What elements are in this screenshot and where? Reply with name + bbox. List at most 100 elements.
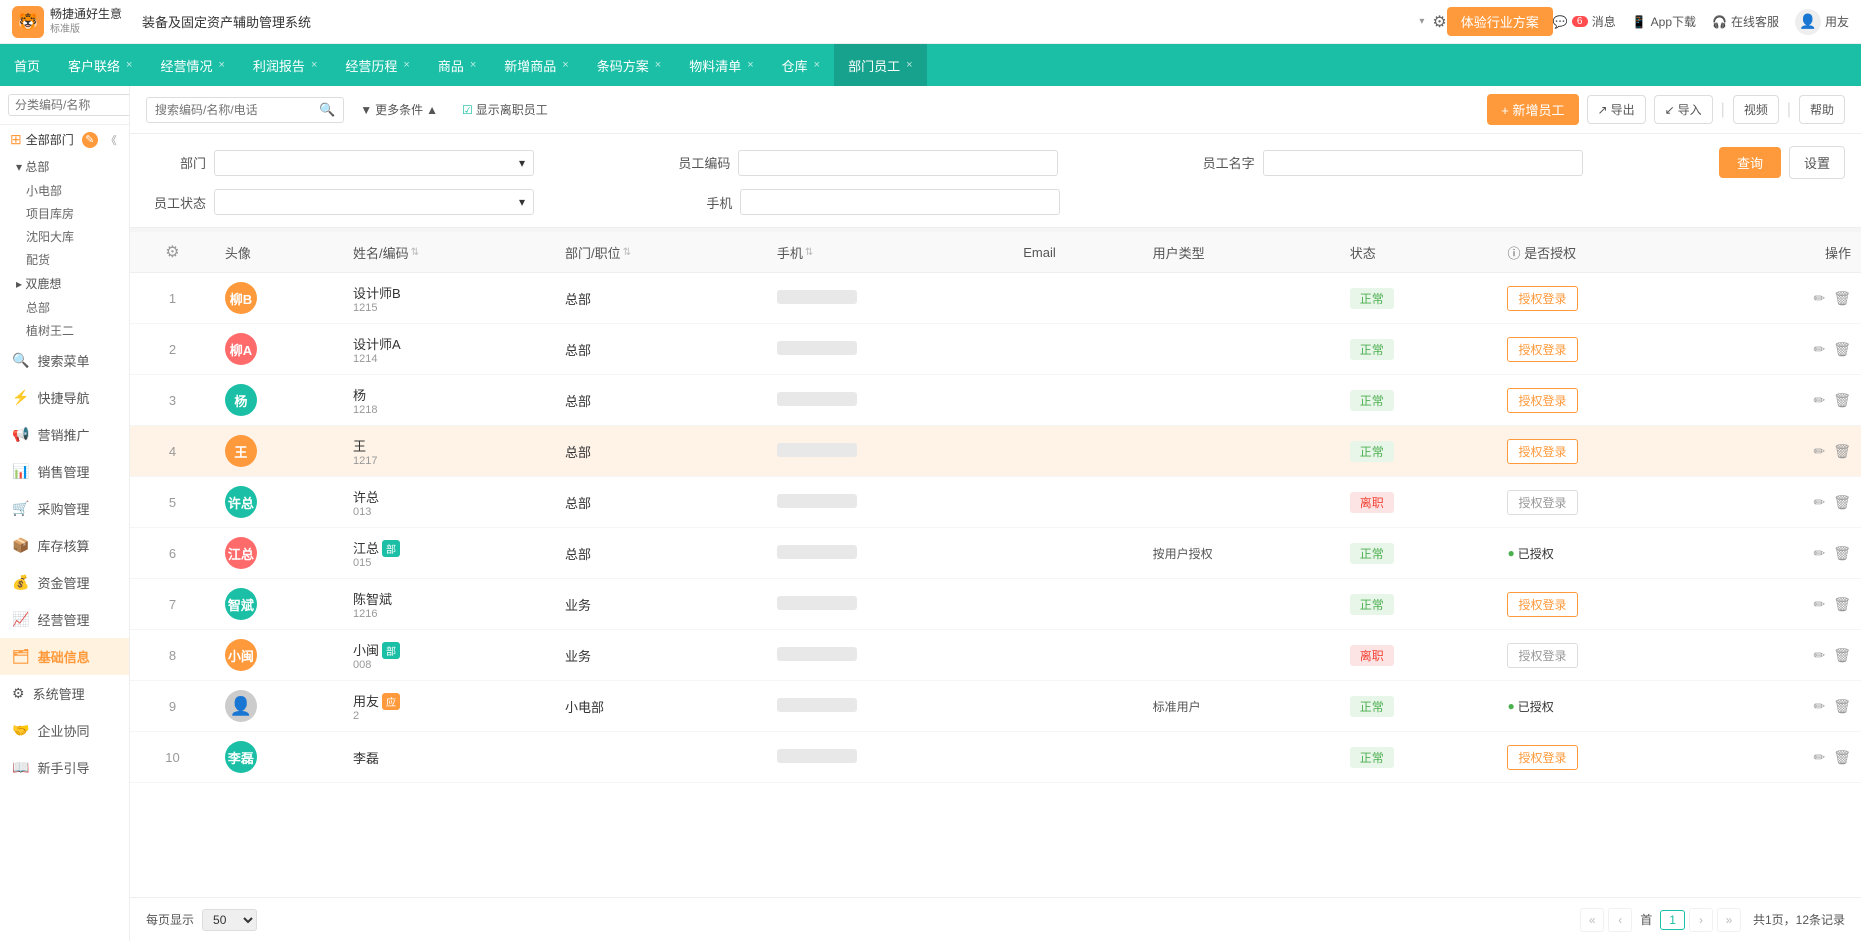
delete-icon[interactable]: 🗑 (1833, 698, 1851, 715)
tab-close-icon[interactable]: × (403, 59, 409, 71)
help-button[interactable]: 帮助 (1799, 95, 1845, 124)
tab-close-icon[interactable]: × (126, 59, 132, 71)
delete-icon[interactable]: 🗑 (1833, 392, 1851, 409)
dept-tree-header[interactable]: ⊞全部部门✎《 (0, 125, 129, 154)
nav-tab-利润报告[interactable]: 利润报告× (239, 44, 331, 86)
trial-button[interactable]: 体验行业方案 (1447, 7, 1553, 36)
edit-icon[interactable]: ✏ (1813, 596, 1825, 613)
nav-tab-新增商品[interactable]: 新增商品× (490, 44, 582, 86)
sidebar-item-系统管理[interactable]: ⚙系统管理 (0, 675, 129, 712)
sidebar-item-新手引导[interactable]: 📖新手引导 (0, 749, 129, 786)
notification-btn[interactable]: 💬 6 消息 (1553, 13, 1616, 30)
next-page-btn[interactable]: › (1689, 908, 1713, 932)
edit-icon[interactable]: ✏ (1813, 494, 1825, 511)
sidebar-item-营销推广[interactable]: 📢营销推广 (0, 416, 129, 453)
prev-page-btn[interactable]: ‹ (1608, 908, 1632, 932)
filter-dept-select[interactable]: ▾ (214, 150, 534, 176)
filter-phone-input[interactable] (740, 189, 1060, 215)
auth-btn[interactable]: 授权登录 (1507, 592, 1577, 617)
tab-close-icon[interactable]: × (311, 59, 317, 71)
sidebar-item-快捷导航[interactable]: ⚡快捷导航 (0, 379, 129, 416)
edit-icon[interactable]: ✏ (1813, 443, 1825, 460)
query-button[interactable]: 查询 (1719, 147, 1781, 178)
th-phone[interactable]: 手机 ⇅ (767, 232, 1013, 273)
auth-btn-resigned[interactable]: 授权登录 (1507, 490, 1577, 515)
sidebar-item-销售管理[interactable]: 📊销售管理 (0, 453, 129, 490)
dept-item-小电部[interactable]: 小电部 (0, 179, 129, 202)
auth-btn-resigned[interactable]: 授权登录 (1507, 643, 1577, 668)
th-settings[interactable]: ⚙ (130, 232, 215, 273)
sidebar-item-资金管理[interactable]: 💰资金管理 (0, 564, 129, 601)
system-dropdown-icon[interactable]: ▾ (1419, 16, 1424, 27)
user-avatar-btn[interactable]: 👤 用友 (1795, 9, 1849, 35)
view-button[interactable]: 视频 (1733, 95, 1779, 124)
tab-close-icon[interactable]: × (906, 59, 912, 71)
edit-icon[interactable]: ✏ (1813, 749, 1825, 766)
nav-tab-经营情况[interactable]: 经营情况× (146, 44, 238, 86)
delete-icon[interactable]: 🗑 (1833, 341, 1851, 358)
edit-icon[interactable]: ✏ (1813, 545, 1825, 562)
sidebar-item-采购管理[interactable]: 🛒采购管理 (0, 490, 129, 527)
delete-icon[interactable]: 🗑 (1833, 545, 1851, 562)
first-page-btn[interactable]: « (1580, 908, 1604, 932)
sidebar-item-搜索菜单[interactable]: 🔍搜索菜单 (0, 342, 129, 379)
reset-button[interactable]: 设置 (1789, 146, 1845, 179)
dept-item-▸ 双鹿想[interactable]: ▸ 双鹿想 (0, 271, 129, 296)
edit-icon[interactable]: ✏ (1813, 698, 1825, 715)
nav-tab-仓库[interactable]: 仓库× (768, 44, 834, 86)
tab-close-icon[interactable]: × (814, 59, 820, 71)
app-download-btn[interactable]: 📱 App下载 (1632, 13, 1696, 30)
edit-icon[interactable]: ✏ (1813, 341, 1825, 358)
nav-tab-经营历程[interactable]: 经营历程× (331, 44, 423, 86)
sidebar-search-input[interactable] (8, 94, 130, 116)
edit-icon[interactable]: ✏ (1813, 290, 1825, 307)
delete-icon[interactable]: 🗑 (1833, 749, 1851, 766)
auth-btn[interactable]: 授权登录 (1507, 337, 1577, 362)
last-page-btn[interactable]: » (1717, 908, 1741, 932)
sidebar-item-基础信息[interactable]: 🗂基础信息 (0, 638, 129, 675)
nav-tab-商品[interactable]: 商品× (424, 44, 490, 86)
dept-item-总部[interactable]: 总部 (0, 296, 129, 319)
auth-btn[interactable]: 授权登录 (1507, 745, 1577, 770)
show-resigned-toggle[interactable]: ☑ 显示离职员工 (454, 97, 556, 122)
search-input[interactable] (155, 103, 315, 117)
delete-icon[interactable]: 🗑 (1833, 443, 1851, 460)
import-button[interactable]: ↙ 导入 (1654, 95, 1713, 124)
sidebar-item-企业协同[interactable]: 🤝企业协同 (0, 712, 129, 749)
tab-close-icon[interactable]: × (218, 59, 224, 71)
edit-icon[interactable]: ✏ (1813, 392, 1825, 409)
sidebar-item-库存核算[interactable]: 📦库存核算 (0, 527, 129, 564)
delete-icon[interactable]: 🗑 (1833, 494, 1851, 511)
dept-item-沈阳大库[interactable]: 沈阳大库 (0, 225, 129, 248)
dept-item-▾ 总部[interactable]: ▾ 总部 (0, 154, 129, 179)
tab-close-icon[interactable]: × (562, 59, 568, 71)
filter-empname-input[interactable] (1263, 150, 1583, 176)
dept-item-项目库房[interactable]: 项目库房 (0, 202, 129, 225)
edit-icon[interactable]: ✏ (1813, 647, 1825, 664)
tab-close-icon[interactable]: × (747, 59, 753, 71)
settings-icon[interactable]: ⚙ (1432, 12, 1446, 32)
sidebar-item-经营管理[interactable]: 📈经营管理 (0, 601, 129, 638)
per-page-select[interactable]: 50 20 100 (202, 909, 257, 931)
nav-tab-部门员工[interactable]: 部门员工× (834, 44, 926, 86)
filter-status-select[interactable]: ▾ (214, 189, 534, 215)
dept-item-配货[interactable]: 配货 (0, 248, 129, 271)
auth-btn[interactable]: 授权登录 (1507, 388, 1577, 413)
delete-icon[interactable]: 🗑 (1833, 290, 1851, 307)
dept-item-植树王二[interactable]: 植树王二 (0, 319, 129, 342)
more-filter-btn[interactable]: ▼ 更多条件 ▲ (352, 97, 446, 122)
auth-btn[interactable]: 授权登录 (1507, 286, 1577, 311)
export-button[interactable]: ↗ 导出 (1587, 95, 1646, 124)
nav-tab-首页[interactable]: 首页 (0, 44, 54, 86)
auth-btn[interactable]: 授权登录 (1507, 439, 1577, 464)
nav-tab-条码方案[interactable]: 条码方案× (583, 44, 675, 86)
online-service-btn[interactable]: 🎧 在线客服 (1712, 13, 1779, 30)
filter-empcode-input[interactable] (738, 150, 1058, 176)
delete-icon[interactable]: 🗑 (1833, 647, 1851, 664)
th-name-code[interactable]: 姓名/编码 ⇅ (343, 232, 555, 273)
add-employee-button[interactable]: + 新增员工 (1487, 94, 1578, 125)
nav-tab-客户联络[interactable]: 客户联络× (54, 44, 146, 86)
tab-close-icon[interactable]: × (470, 59, 476, 71)
delete-icon[interactable]: 🗑 (1833, 596, 1851, 613)
th-dept[interactable]: 部门/职位 ⇅ (555, 232, 767, 273)
